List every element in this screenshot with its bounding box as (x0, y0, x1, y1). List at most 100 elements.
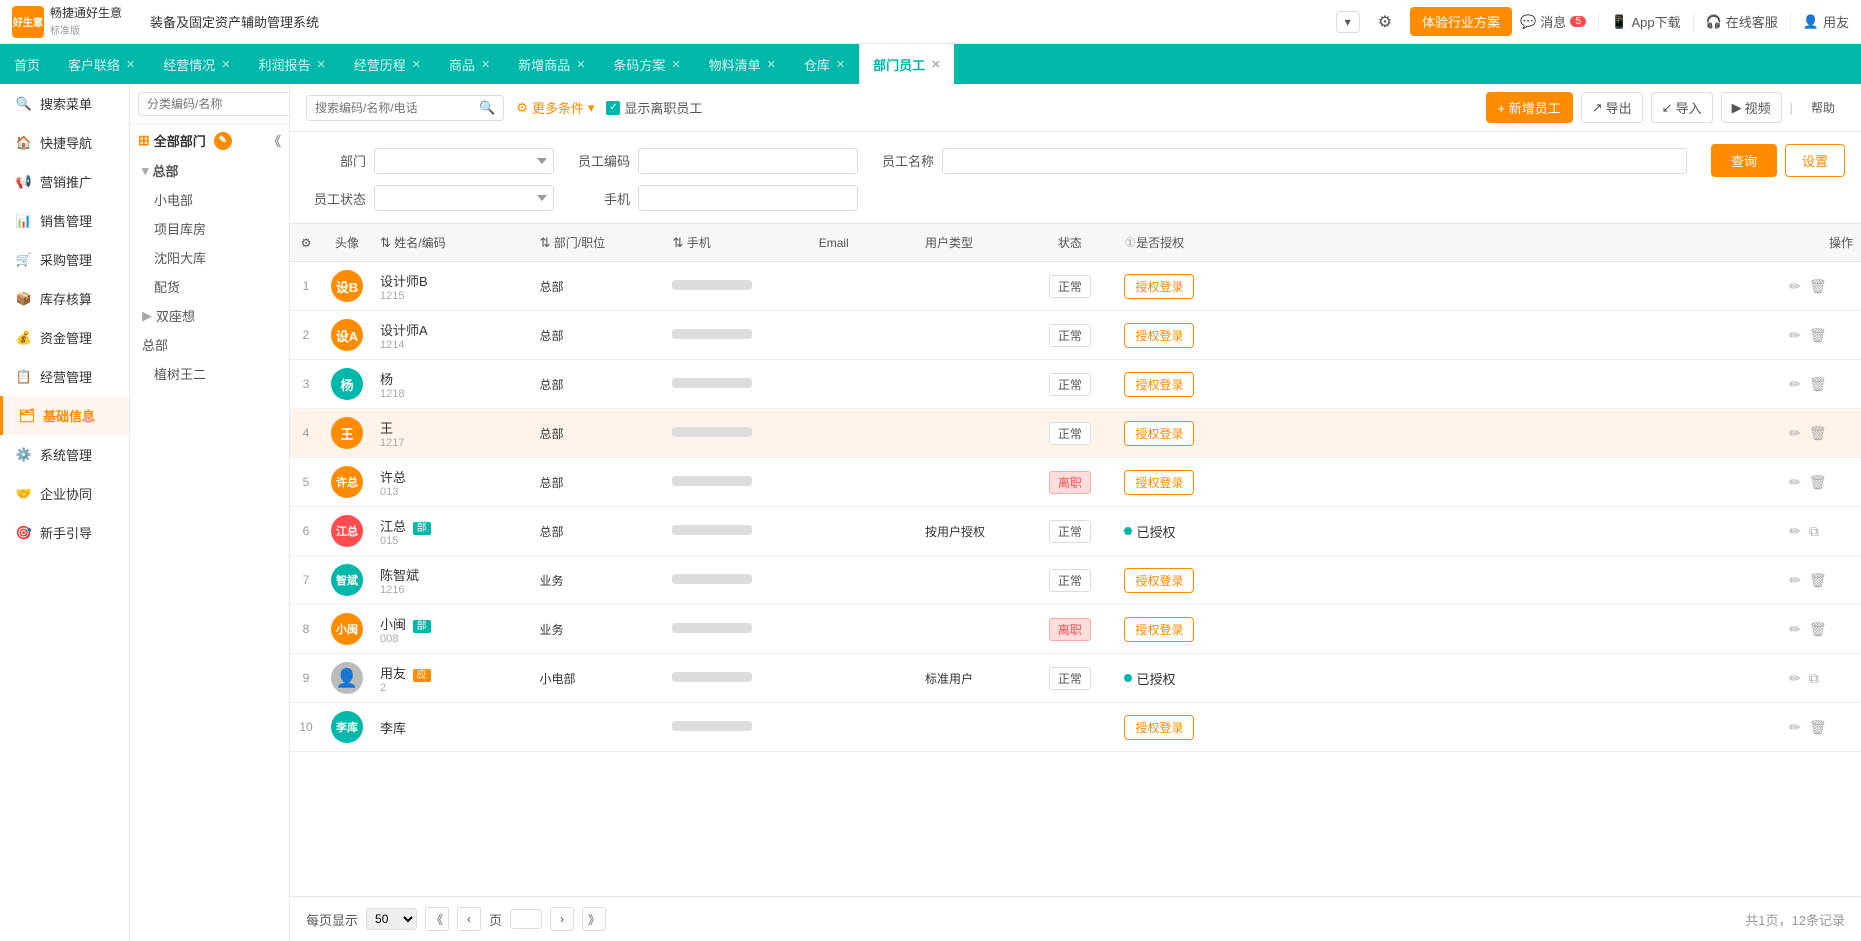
tab-goods[interactable]: 商品 ✕ (435, 44, 504, 84)
dept-item-zongbu[interactable]: 总部 (130, 330, 289, 359)
close-icon[interactable]: ✕ (126, 58, 135, 71)
dept-item-project[interactable]: 项目库房 (130, 214, 289, 243)
sidebar-item-system[interactable]: ⚙️ 系统管理 (0, 435, 129, 474)
edit-icon[interactable]: ✏ (1789, 425, 1801, 442)
dept-edit-btn[interactable]: ✎ (214, 132, 232, 150)
edit-icon[interactable]: ✏ (1789, 670, 1801, 687)
emp-name-input[interactable] (942, 148, 1687, 174)
dept-search-input[interactable] (138, 92, 290, 116)
delete-icon[interactable]: 🗑 (1809, 621, 1827, 638)
last-page-btn[interactable]: 》 (582, 907, 606, 931)
edit-icon[interactable]: ✏ (1789, 376, 1801, 393)
close-icon[interactable]: ✕ (576, 58, 585, 71)
dept-select[interactable] (374, 148, 554, 174)
close-icon[interactable]: ✕ (767, 58, 776, 71)
add-employee-btn[interactable]: + 新增员工 (1486, 92, 1573, 123)
online-support-btn[interactable]: 🎧 在线客服 (1706, 12, 1778, 31)
sidebar-item-quicknav[interactable]: 🏠 快捷导航 (0, 123, 129, 162)
tab-add-goods[interactable]: 新增商品 ✕ (504, 44, 599, 84)
sidebar-item-collab[interactable]: 🤝 企业协同 (0, 474, 129, 513)
dept-item-peihuo[interactable]: 配货 (130, 272, 289, 301)
emp-status-select[interactable] (374, 185, 554, 211)
tab-operation[interactable]: 经营情况 ✕ (149, 44, 244, 84)
filter-more-btn[interactable]: ⚙ 更多条件 ▾ (516, 98, 594, 117)
tab-home[interactable]: 首页 (0, 44, 54, 84)
copy-icon[interactable]: ⧉ (1809, 670, 1819, 687)
auth-btn[interactable]: 授权登录 (1124, 323, 1194, 348)
tab-history[interactable]: 经营历程 ✕ (340, 44, 435, 84)
phone-input[interactable] (638, 185, 858, 211)
emp-code-input[interactable] (638, 148, 858, 174)
close-icon[interactable]: ✕ (481, 58, 490, 71)
settings-btn[interactable]: ⚙ (1368, 7, 1402, 37)
delete-icon[interactable]: 🗑 (1809, 278, 1827, 295)
edit-icon[interactable]: ✏ (1789, 719, 1801, 736)
export-btn[interactable]: ↗ 导出 (1581, 92, 1643, 123)
close-icon[interactable]: ✕ (412, 58, 421, 71)
dept-item-shuangzuo[interactable]: ▶ 双座想 (130, 301, 289, 330)
sidebar-item-purchase[interactable]: 🛒 采购管理 (0, 240, 129, 279)
tab-employees[interactable]: 部门员工 ✕ (859, 44, 954, 84)
col-dept-header[interactable]: ⇅ 部门/职位 (532, 224, 665, 262)
delete-icon[interactable]: 🗑 (1809, 719, 1827, 736)
sidebar-item-basic[interactable]: 🗂 基础信息 (0, 396, 129, 435)
close-icon[interactable]: ✕ (671, 58, 680, 71)
message-btn[interactable]: 💬 消息 5 (1520, 12, 1586, 31)
delete-icon[interactable]: 🗑 (1809, 327, 1827, 344)
prev-page-btn[interactable]: ‹ (457, 907, 481, 931)
system-dropdown-btn[interactable]: ▾ (1336, 11, 1360, 33)
copy-icon[interactable]: ⧉ (1809, 523, 1819, 540)
sidebar-item-inventory[interactable]: 📦 库存核算 (0, 279, 129, 318)
dept-item-general-up[interactable]: ▾ 总部 (130, 156, 289, 185)
col-name-header[interactable]: ⇅ 姓名/编码 (372, 224, 532, 262)
edit-icon[interactable]: ✏ (1789, 327, 1801, 344)
sidebar-item-guide[interactable]: 🎯 新手引导 (0, 513, 129, 552)
next-page-btn[interactable]: › (550, 907, 574, 931)
tab-barcode[interactable]: 条码方案 ✕ (599, 44, 694, 84)
app-download-btn[interactable]: 📱 App下载 (1611, 12, 1680, 31)
edit-icon[interactable]: ✏ (1789, 572, 1801, 589)
delete-icon[interactable]: 🗑 (1809, 572, 1827, 589)
import-btn[interactable]: ↙ 导入 (1651, 92, 1713, 123)
dept-item-zhishu[interactable]: 植树王二 (130, 359, 289, 388)
dept-item-xiaodibu[interactable]: 小电部 (130, 185, 289, 214)
edit-icon[interactable]: ✏ (1789, 621, 1801, 638)
dept-item-shenyang[interactable]: 沈阳大库 (130, 243, 289, 272)
col-settings[interactable]: ⚙ (290, 224, 322, 262)
edit-icon[interactable]: ✏ (1789, 278, 1801, 295)
close-icon[interactable]: ✕ (317, 58, 326, 71)
sidebar-item-marketing[interactable]: 📢 营销推广 (0, 162, 129, 201)
auth-btn[interactable]: 授权登录 (1124, 421, 1194, 446)
close-icon[interactable]: ✕ (931, 58, 940, 71)
query-btn[interactable]: 查询 (1711, 144, 1777, 177)
help-btn[interactable]: 帮助 (1801, 94, 1845, 121)
page-size-select[interactable]: 50 20 100 (366, 908, 417, 930)
page-input[interactable]: 1 (510, 909, 542, 929)
tab-bom[interactable]: 物料清单 ✕ (695, 44, 790, 84)
auth-btn[interactable]: 授权登录 (1124, 617, 1194, 642)
set-btn[interactable]: 设置 (1785, 144, 1845, 177)
try-industry-btn[interactable]: 体验行业方案 (1410, 7, 1512, 36)
delete-icon[interactable]: 🗑 (1809, 376, 1827, 393)
delete-icon[interactable]: 🗑 (1809, 474, 1827, 491)
auth-btn[interactable]: 授权登录 (1124, 568, 1194, 593)
close-icon[interactable]: ✕ (221, 58, 230, 71)
sidebar-item-mgmt[interactable]: 📋 经营管理 (0, 357, 129, 396)
view-btn[interactable]: ▶ 视频 (1721, 92, 1782, 123)
collapse-btn[interactable]: 《 (268, 131, 281, 150)
col-phone-header[interactable]: ⇅ 手机 (664, 224, 810, 262)
sidebar-item-sales[interactable]: 📊 销售管理 (0, 201, 129, 240)
tab-customer[interactable]: 客户联络 ✕ (54, 44, 149, 84)
user-btn[interactable]: 👤 用友 (1803, 12, 1849, 31)
show-resigned-toggle[interactable]: ✓ 显示离职员工 (606, 98, 702, 117)
close-icon[interactable]: ✕ (836, 58, 845, 71)
edit-icon[interactable]: ✏ (1789, 474, 1801, 491)
tab-warehouse[interactable]: 仓库 ✕ (790, 44, 859, 84)
search-input[interactable] (315, 101, 475, 115)
delete-icon[interactable]: 🗑 (1809, 425, 1827, 442)
auth-btn[interactable]: 授权登录 (1124, 470, 1194, 495)
auth-btn[interactable]: 授权登录 (1124, 274, 1194, 299)
edit-icon[interactable]: ✏ (1789, 523, 1801, 540)
sidebar-item-finance[interactable]: 💰 资金管理 (0, 318, 129, 357)
auth-btn[interactable]: 授权登录 (1124, 372, 1194, 397)
